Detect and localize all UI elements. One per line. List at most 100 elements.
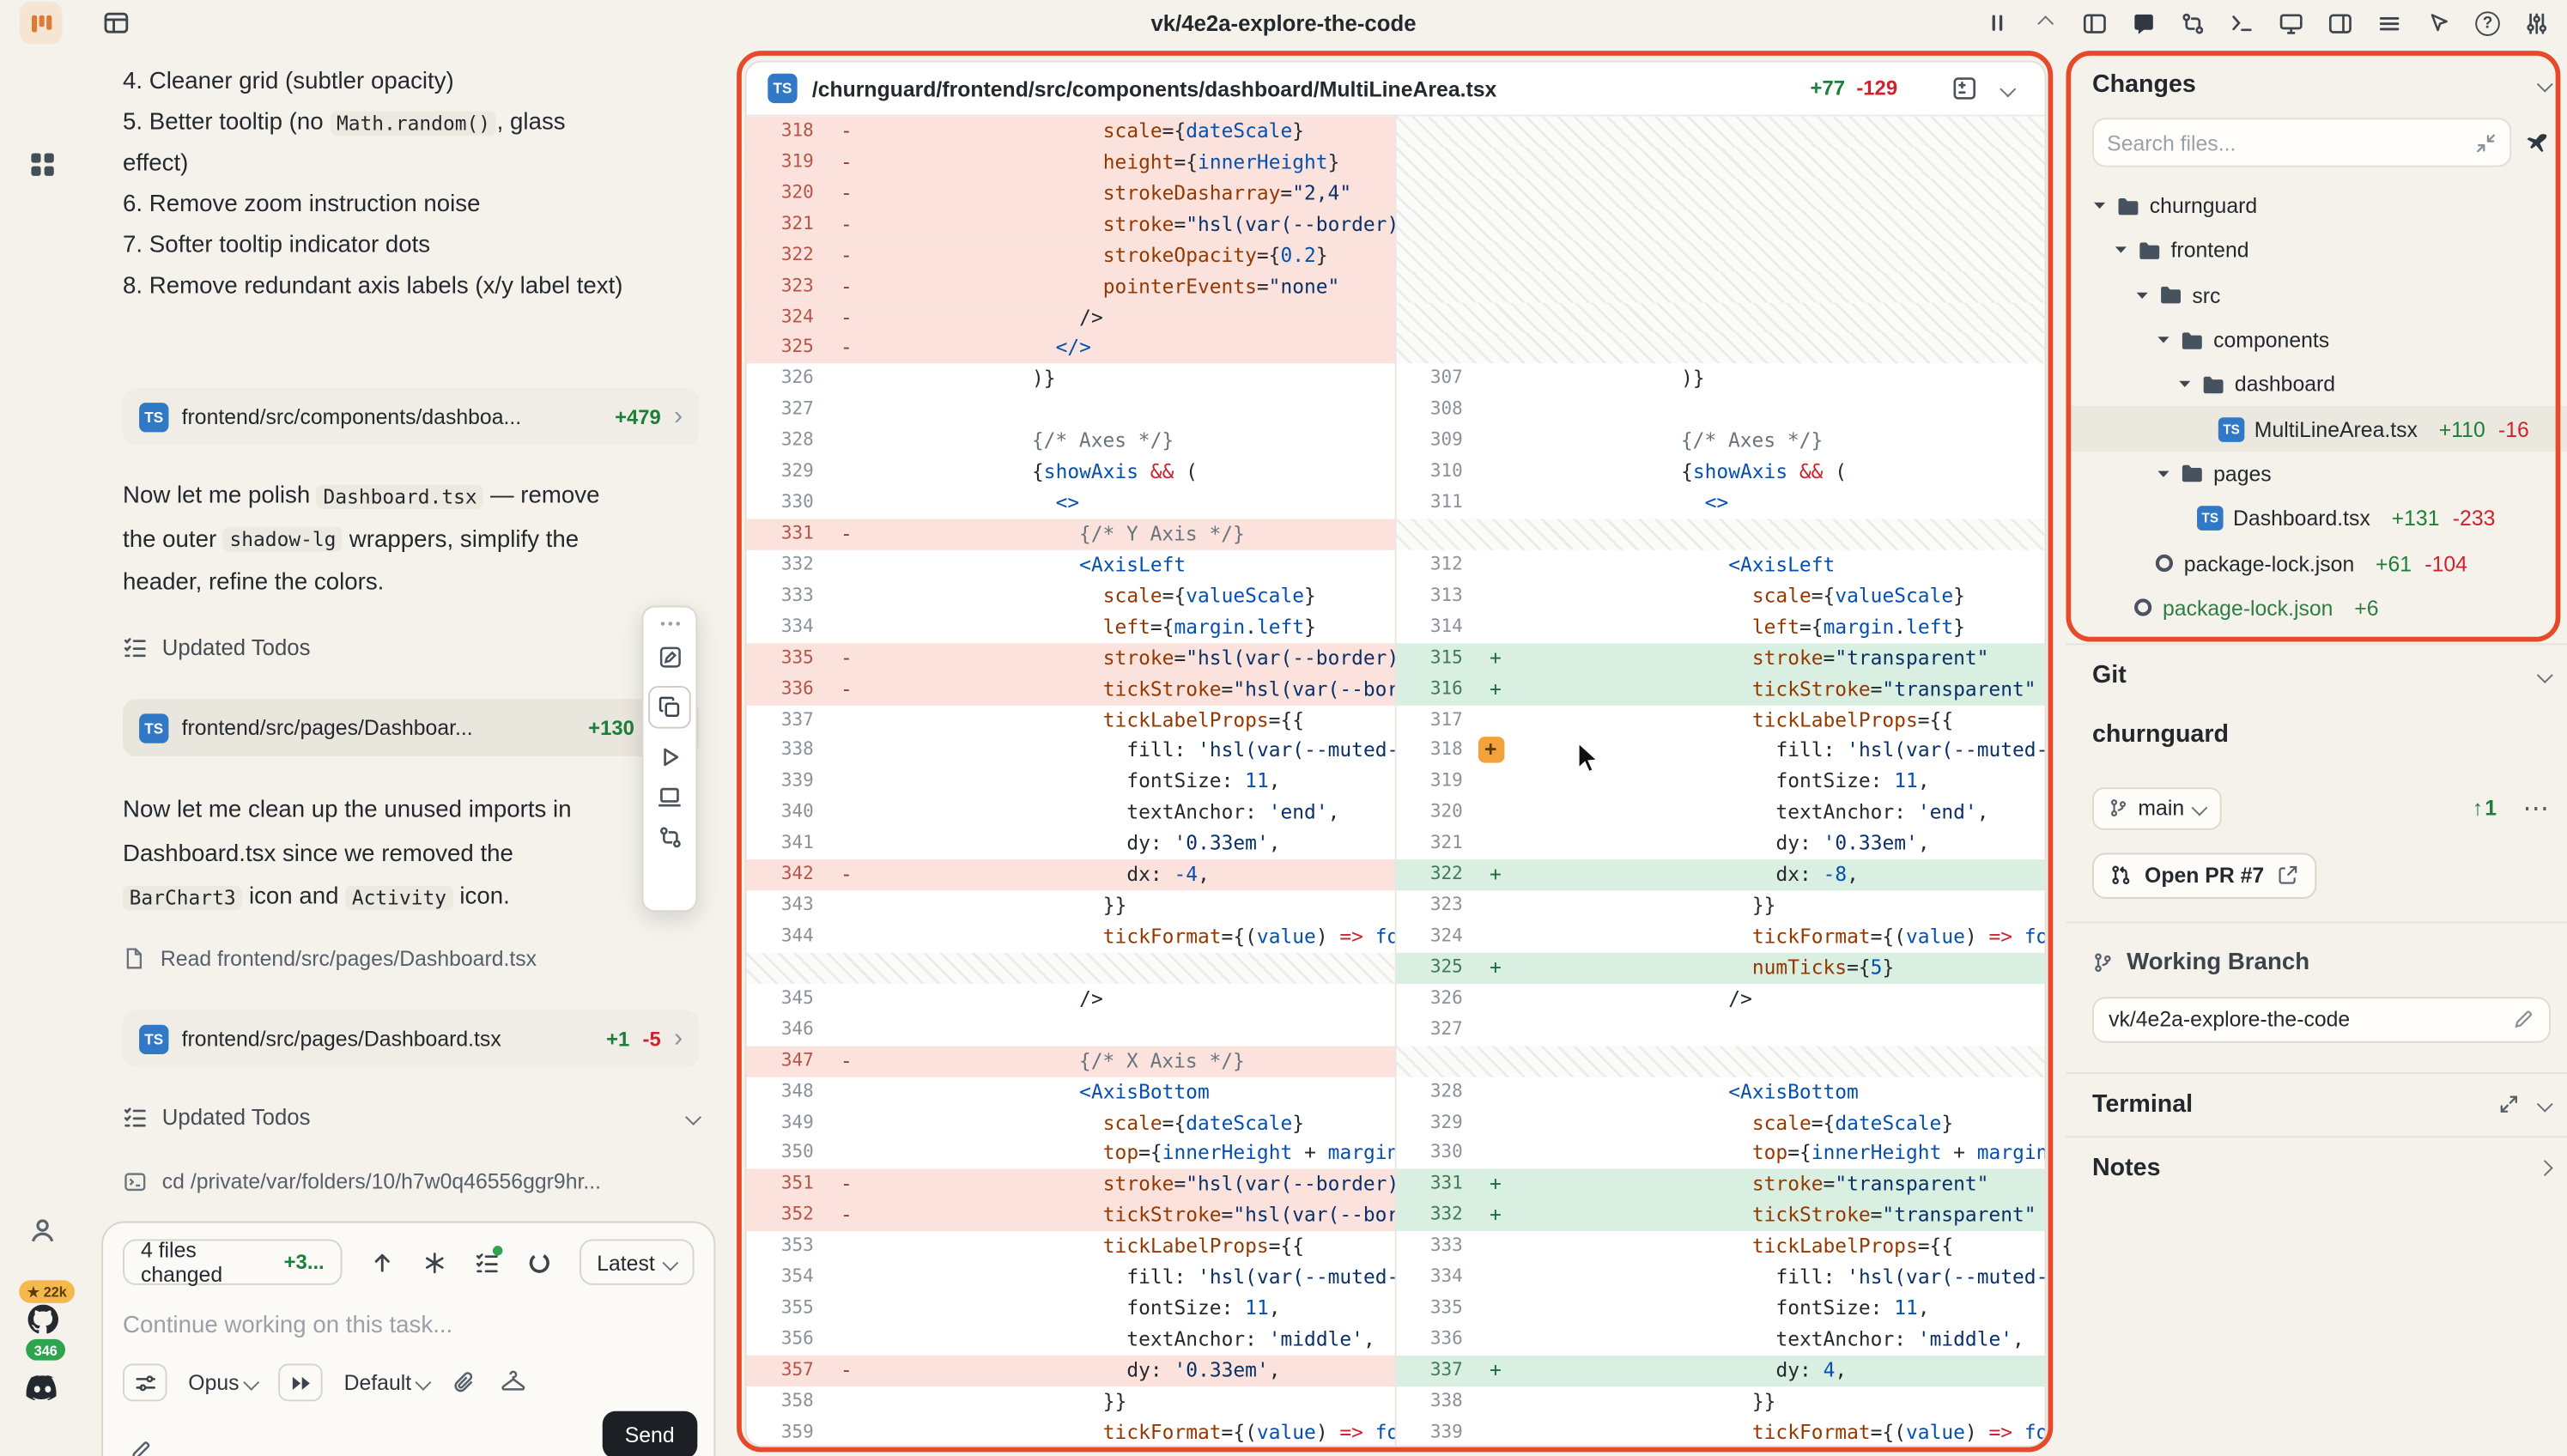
document-icon — [123, 946, 146, 971]
git-compare-icon[interactable] — [2179, 9, 2206, 36]
mode-dropdown[interactable]: Default — [344, 1370, 430, 1395]
chevron-down-icon — [416, 1374, 432, 1391]
help-icon[interactable]: ? — [2473, 9, 2501, 36]
tree-folder-components[interactable]: components — [2066, 318, 2567, 362]
checklist-icon — [123, 1105, 148, 1130]
files-changed-dropdown[interactable]: 4 files changed +3... — [123, 1240, 343, 1285]
profile-icon[interactable] — [27, 1216, 57, 1246]
inline-code: Activity — [345, 885, 452, 910]
tree-file-Dashboard.tsx[interactable]: TSDashboard.tsx+131-233 — [2066, 496, 2567, 541]
todo-list-icon[interactable] — [474, 1248, 501, 1276]
folder-icon — [2202, 374, 2225, 394]
pencil-icon[interactable] — [130, 1439, 153, 1456]
diff-row: 358 }}338 }} — [747, 1386, 2045, 1417]
tree-folder-src[interactable]: src — [2066, 273, 2567, 318]
notes-section-header[interactable]: Notes — [2092, 1138, 2551, 1199]
branch-icon — [2092, 951, 2114, 974]
settings-icon[interactable] — [2523, 9, 2551, 36]
expand-icon[interactable] — [2498, 1095, 2520, 1116]
ahead-count[interactable]: ↑1 — [2473, 797, 2497, 822]
diff-row: 345 />326 /> — [747, 984, 2045, 1015]
inline-code: shadow-lg — [223, 527, 343, 552]
ring-icon — [2133, 598, 2153, 618]
added-count: +131 — [2392, 507, 2440, 531]
tree-folder-pages[interactable]: pages — [2066, 452, 2567, 496]
panel-right-icon[interactable] — [2327, 9, 2354, 36]
workspaces-grid-icon[interactable] — [28, 150, 56, 178]
chevron-down-icon[interactable] — [685, 1109, 701, 1125]
read-file-row[interactable]: Read frontend/src/pages/Dashboard.tsx — [123, 946, 699, 971]
added-count: +6 — [2354, 596, 2378, 621]
terminal-icon[interactable] — [2228, 9, 2255, 36]
more-icon[interactable]: ⋯ — [2523, 792, 2551, 825]
ts-icon: TS — [139, 713, 168, 742]
discord-icon[interactable] — [27, 1375, 59, 1402]
play-icon[interactable] — [658, 745, 683, 770]
copy-icon[interactable] — [648, 686, 691, 729]
arrow-up-icon[interactable] — [368, 1248, 395, 1276]
working-branch-input[interactable]: vk/4e2a-explore-the-code — [2092, 997, 2551, 1042]
chevron-up-icon[interactable] — [2031, 9, 2059, 36]
laptop-icon[interactable] — [657, 786, 683, 809]
tree-folder-churnguard[interactable]: churnguard — [2066, 184, 2567, 228]
diff-row: 354 fill: 'hsl(var(--muted-foreground))'… — [747, 1262, 2045, 1293]
diff-row: 344 tickFormat={(value) => formatValue(v… — [747, 922, 2045, 953]
tree-file-package-lock.json[interactable]: package-lock.json+61-104 — [2066, 541, 2567, 585]
file-change-chip[interactable]: TS frontend/src/pages/Dashboar... +130 -… — [123, 699, 699, 756]
add-comment-button[interactable]: + — [1478, 737, 1504, 764]
dots-icon[interactable] — [659, 619, 681, 628]
chevron-down-icon — [2537, 668, 2553, 684]
terminal-command-row[interactable]: cd /private/var/folders/10/h7w0q46556ggr… — [123, 1169, 699, 1194]
edit-icon[interactable] — [658, 645, 683, 670]
bird-icon[interactable] — [2524, 130, 2551, 156]
sliders-icon[interactable] — [123, 1363, 167, 1401]
paperclip-icon[interactable] — [451, 1368, 478, 1396]
monitor-icon[interactable] — [2277, 9, 2304, 36]
updated-todos-row[interactable]: Updated Todos — [123, 635, 699, 660]
chevron-down-icon[interactable] — [2537, 76, 2553, 92]
hanger-icon[interactable] — [500, 1368, 527, 1396]
file-change-chip[interactable]: TS frontend/src/pages/Dashboard.tsx +1 -… — [123, 1010, 699, 1068]
diff-rows[interactable]: 318- scale={dateScale}319- height={inner… — [747, 116, 2045, 1445]
tree-file-MultiLineArea.tsx[interactable]: TSMultiLineArea.tsx+110-16 — [2066, 407, 2567, 452]
removed-count: -5 — [643, 1028, 661, 1051]
file-change-chip[interactable]: TS frontend/src/components/dashboa... +4… — [123, 388, 699, 446]
folder-icon — [2117, 196, 2140, 215]
inline-code: Math.random() — [330, 111, 496, 136]
diff-row: 353 tickLabelProps={{333 tickLabelProps=… — [747, 1231, 2045, 1262]
chevron-down-icon[interactable] — [2000, 81, 2016, 97]
open-pr-button[interactable]: Open PR #7 — [2092, 852, 2316, 898]
tree-file-package-lock.json[interactable]: package-lock.json+6 — [2066, 585, 2567, 630]
git-compare-icon[interactable] — [658, 825, 683, 850]
terminal-section-header[interactable]: Terminal — [2092, 1074, 2551, 1136]
tree-folder-frontend[interactable]: frontend — [2066, 228, 2567, 273]
git-section-header[interactable]: Git — [2092, 645, 2551, 707]
send-button[interactable]: Send — [602, 1411, 697, 1456]
diff-row: 349 scale={dateScale}329 scale={dateScal… — [747, 1107, 2045, 1138]
collapse-icon[interactable] — [2475, 132, 2497, 154]
diff-view-icon[interactable] — [1951, 76, 1978, 102]
added-count: +61 — [2376, 551, 2412, 576]
pencil-icon[interactable] — [2513, 1010, 2534, 1031]
chevron-down-icon — [2135, 288, 2150, 302]
search-input[interactable]: Search files... — [2092, 118, 2511, 167]
pause-icon[interactable] — [1982, 9, 2010, 36]
chat-bubble-icon[interactable] — [2130, 9, 2157, 36]
menu-icon[interactable] — [2376, 9, 2403, 36]
diff-row: 329 {showAxis && (310 {showAxis && ( — [747, 457, 2045, 488]
model-dropdown[interactable]: Opus — [188, 1370, 257, 1395]
pointer-icon[interactable] — [2424, 9, 2452, 36]
github-icon[interactable] — [27, 1303, 59, 1336]
panel-left-icon[interactable] — [2081, 9, 2109, 36]
diff-row: 351- stroke="hsl(var(--border))"331+ str… — [747, 1169, 2045, 1200]
latest-dropdown[interactable]: Latest — [579, 1240, 694, 1285]
sparkle-icon[interactable] — [421, 1248, 447, 1276]
fast-forward-icon[interactable] — [278, 1363, 322, 1401]
inline-code: Dashboard.tsx — [317, 483, 483, 508]
updated-todos-row[interactable]: Updated Todos — [123, 1105, 699, 1130]
tree-folder-dashboard[interactable]: dashboard — [2066, 362, 2567, 407]
branch-dropdown[interactable]: main — [2092, 787, 2222, 830]
message-input[interactable]: Continue working on this task... — [123, 1313, 695, 1339]
folder-icon — [2159, 285, 2182, 305]
diff-row: 334 left={margin.left}314 left={margin.l… — [747, 612, 2045, 643]
